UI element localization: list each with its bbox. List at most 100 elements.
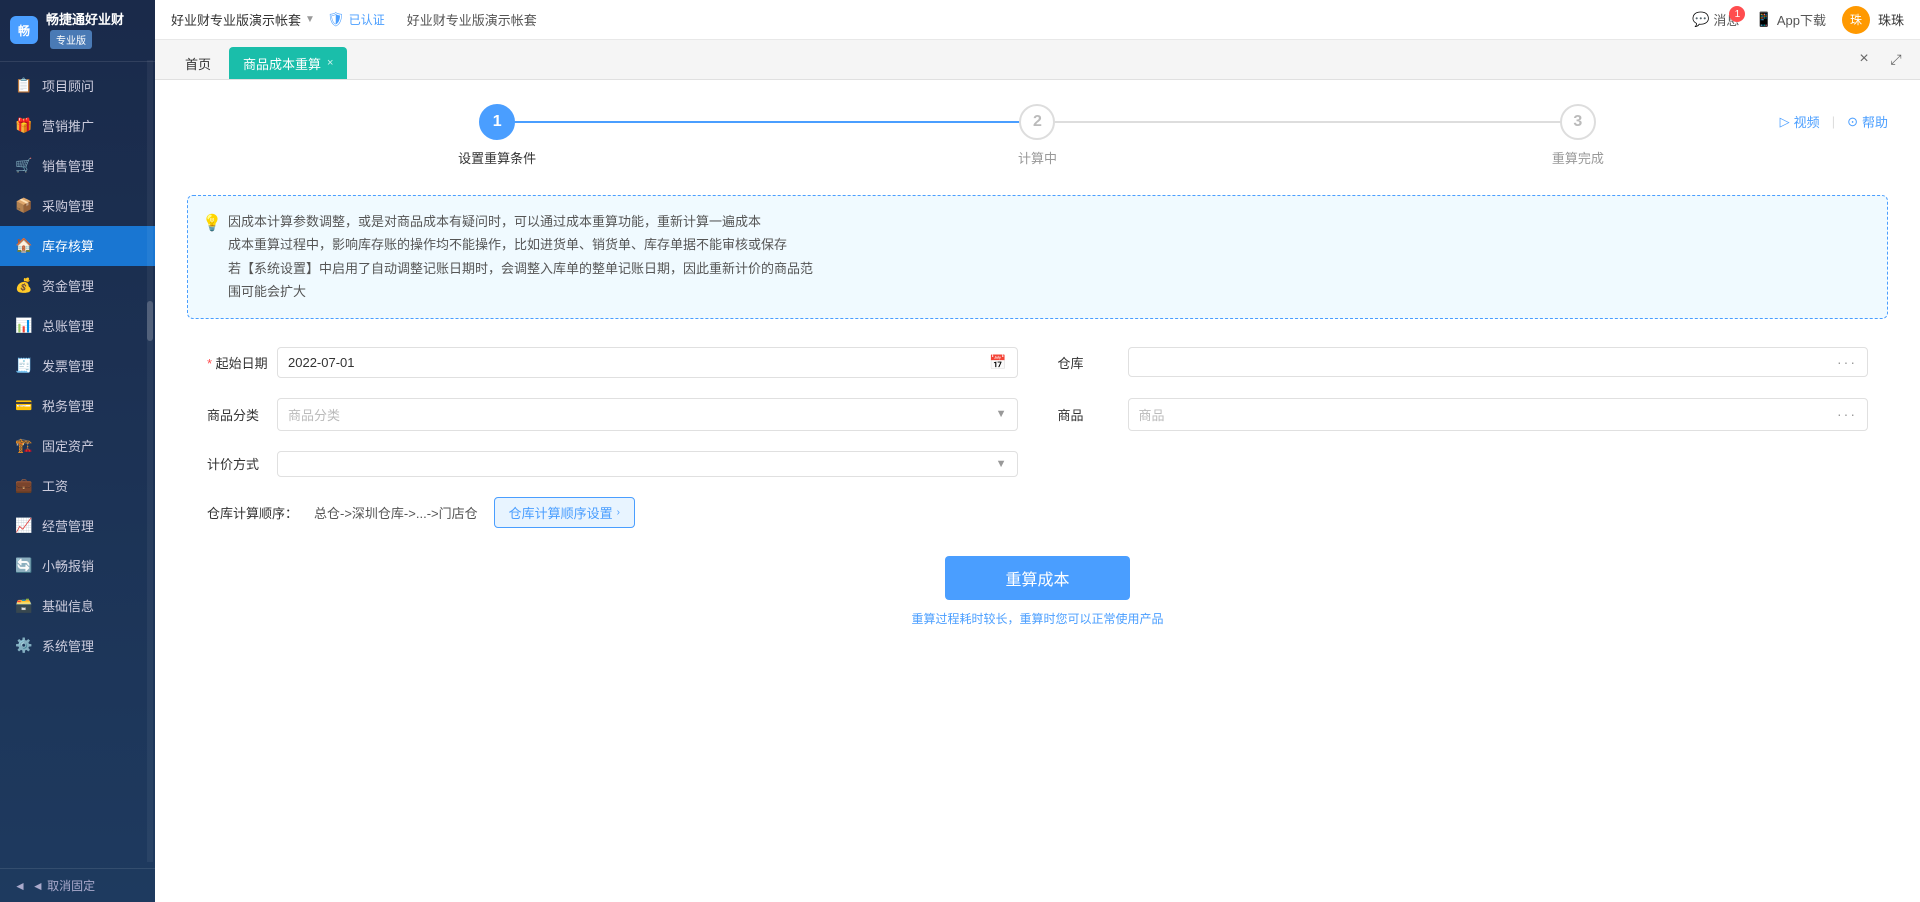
tab-close-icon[interactable]: × — [327, 57, 333, 69]
page-content: 1 设置重算条件 2 计算中 3 重算完成 — [155, 80, 1920, 902]
nav-label-purchase: 采购管理 — [42, 196, 94, 215]
sidebar-item-invoice[interactable]: 🧾 发票管理 — [0, 346, 155, 386]
account-selector[interactable]: 好业财专业版演示帐套 ▼ — [171, 10, 327, 29]
verified-text: 已认证 — [349, 11, 385, 28]
logo-edition: 专业版 — [50, 30, 92, 49]
sidebar-item-purchase[interactable]: 📦 采购管理 — [0, 186, 155, 226]
chevron-down-icon-category: ▼ — [996, 408, 1007, 420]
sidebar-logo: 畅 畅捷通好业财 专业版 — [0, 0, 155, 62]
user-profile[interactable]: 珠 珠珠 — [1842, 6, 1904, 34]
warehouse-input[interactable]: ··· — [1128, 347, 1869, 377]
sidebar-item-marketing[interactable]: 🎁 营销推广 — [0, 106, 155, 146]
form-row-3: 计价方式 ▼ — [207, 451, 1868, 477]
ledger-icon: 📊 — [14, 316, 34, 336]
help-action[interactable]: ⊙ 帮助 — [1847, 112, 1888, 131]
finance-icon: 💰 — [14, 276, 34, 296]
nav-label-invoice: 发票管理 — [42, 356, 94, 375]
video-action[interactable]: ▷ 视频 — [1780, 112, 1820, 131]
verified-badge: 🛡 已认证 — [327, 11, 385, 28]
sidebar-nav: 📋 项目顾问 🎁 营销推广 🛒 销售管理 📦 采购管理 🏠 库存核算 💰 资金管… — [0, 62, 155, 868]
tab-home[interactable]: 首页 — [171, 47, 225, 79]
expense-icon: 🔄 — [14, 556, 34, 576]
sidebar-item-ops[interactable]: 📈 经营管理 — [0, 506, 155, 546]
nav-label-expense: 小畅报销 — [42, 556, 94, 575]
sidebar-item-project[interactable]: 📋 项目顾问 — [0, 66, 155, 106]
recalc-button[interactable]: 重算成本 — [945, 556, 1129, 600]
step-3-circle: 3 — [1560, 104, 1596, 140]
step-1-circle: 1 — [479, 104, 515, 140]
pricing-field: 计价方式 ▼ — [207, 451, 1018, 477]
help-icon: ⊙ — [1847, 114, 1858, 130]
sidebar-item-salary[interactable]: 💼 工资 — [0, 466, 155, 506]
message-icon: 💬 — [1692, 11, 1709, 28]
inventory-icon: 🏠 — [14, 236, 34, 256]
chevron-right-icon: › — [617, 507, 620, 518]
start-date-label: 起始日期 — [207, 353, 277, 372]
nav-label-inventory: 库存核算 — [42, 236, 94, 255]
pricing-select[interactable]: ▼ — [277, 451, 1018, 477]
sidebar-item-system[interactable]: ⚙️ 系统管理 — [0, 626, 155, 666]
sidebar-item-assets[interactable]: 🏗️ 固定资产 — [0, 426, 155, 466]
pricing-label: 计价方式 — [207, 454, 277, 473]
message-button[interactable]: 💬 消息 1 — [1692, 10, 1739, 29]
sidebar-item-finance[interactable]: 💰 资金管理 — [0, 266, 155, 306]
play-icon: ▷ — [1780, 114, 1790, 130]
phone-icon: 📱 — [1755, 11, 1772, 28]
step-3-label: 重算完成 — [1552, 148, 1604, 167]
warehouse-order-value: 总仓->深圳仓库->...->门店仓 — [314, 503, 478, 522]
warehouse-order-settings-button[interactable]: 仓库计算顺序设置 › — [494, 497, 635, 528]
goods-more-icon: ··· — [1837, 406, 1857, 422]
warehouse-order-label: 仓库计算顺序： — [207, 503, 298, 522]
chevron-down-icon: ▼ — [305, 14, 315, 25]
account-fullname: 好业财专业版演示帐套 — [407, 10, 537, 29]
purchase-icon: 📦 — [14, 196, 34, 216]
info-box: 💡 因成本计算参数调整，或是对商品成本有疑问时，可以通过成本重算功能，重新计算一… — [187, 195, 1888, 319]
warehouse-field: 仓库 ··· — [1058, 347, 1869, 377]
nav-label-ledger: 总账管理 — [42, 316, 94, 335]
info-line-2: 成本重算过程中，影响库存账的操作均不能操作，比如进货单、销货单、库存单据不能审核… — [228, 233, 1871, 256]
sidebar-item-ledger[interactable]: 📊 总账管理 — [0, 306, 155, 346]
sidebar-item-tax[interactable]: 💳 税务管理 — [0, 386, 155, 426]
tab-cost-recalc-label: 商品成本重算 — [243, 54, 321, 73]
invoice-icon: 🧾 — [14, 356, 34, 376]
sidebar-item-inventory[interactable]: 🏠 库存核算 — [0, 226, 155, 266]
salary-icon: 💼 — [14, 476, 34, 496]
tab-home-label: 首页 — [185, 54, 211, 73]
expand-button[interactable]: ⤢ — [1884, 47, 1908, 71]
category-select[interactable]: 商品分类 ▼ — [277, 398, 1018, 431]
help-label: 帮助 — [1862, 112, 1888, 131]
warehouse-btn-label: 仓库计算顺序设置 — [509, 503, 613, 522]
marketing-icon: 🎁 — [14, 116, 34, 136]
step-3-num: 3 — [1573, 113, 1582, 131]
username: 珠珠 — [1878, 10, 1904, 29]
ops-icon: 📈 — [14, 516, 34, 536]
close-page-button[interactable]: × — [1852, 47, 1876, 71]
sidebar-item-base[interactable]: 🗃️ 基础信息 — [0, 586, 155, 626]
warehouse-order-row: 仓库计算顺序： 总仓->深圳仓库->...->门店仓 仓库计算顺序设置 › — [207, 497, 1868, 528]
form-section: 起始日期 2022-07-01 📅 仓库 ··· 商品分 — [187, 347, 1888, 528]
nav-label-tax: 税务管理 — [42, 396, 94, 415]
app-download-button[interactable]: 📱 App下载 — [1755, 10, 1826, 29]
tabbar: 首页 商品成本重算 × × ⤢ — [155, 40, 1920, 80]
start-date-input[interactable]: 2022-07-01 📅 — [277, 347, 1018, 378]
recalc-hint: 重算过程耗时较长，重算时您可以正常使用产品 — [911, 610, 1163, 627]
nav-label-marketing: 营销推广 — [42, 116, 94, 135]
step-1-num: 1 — [493, 113, 502, 131]
recalc-section: 重算成本 重算过程耗时较长，重算时您可以正常使用产品 — [187, 556, 1888, 627]
sidebar: 畅 畅捷通好业财 专业版 📋 项目顾问 🎁 营销推广 🛒 销售管理 📦 采购管理… — [0, 0, 155, 902]
sidebar-item-sales[interactable]: 🛒 销售管理 — [0, 146, 155, 186]
info-line-1: 因成本计算参数调整，或是对商品成本有疑问时，可以通过成本重算功能，重新计算一遍成… — [228, 210, 1871, 233]
chevron-down-icon-pricing: ▼ — [996, 458, 1007, 470]
goods-input[interactable]: 商品 ··· — [1128, 398, 1869, 431]
info-line-4: 围可能会扩大 — [228, 280, 1871, 303]
start-date-value: 2022-07-01 — [288, 355, 355, 370]
calendar-icon: 📅 — [989, 354, 1006, 371]
tab-cost-recalc[interactable]: 商品成本重算 × — [229, 47, 347, 79]
step-2-num: 2 — [1033, 113, 1042, 131]
sidebar-bottom-label: ◄ 取消固定 — [32, 877, 95, 894]
form-row-2: 商品分类 商品分类 ▼ 商品 商品 ··· — [207, 398, 1868, 431]
sidebar-unpin-button[interactable]: ◄ ◄ 取消固定 — [0, 868, 155, 902]
sidebar-item-expense[interactable]: 🔄 小畅报销 — [0, 546, 155, 586]
action-divider: | — [1832, 114, 1835, 129]
step-2-label: 计算中 — [1018, 148, 1057, 167]
